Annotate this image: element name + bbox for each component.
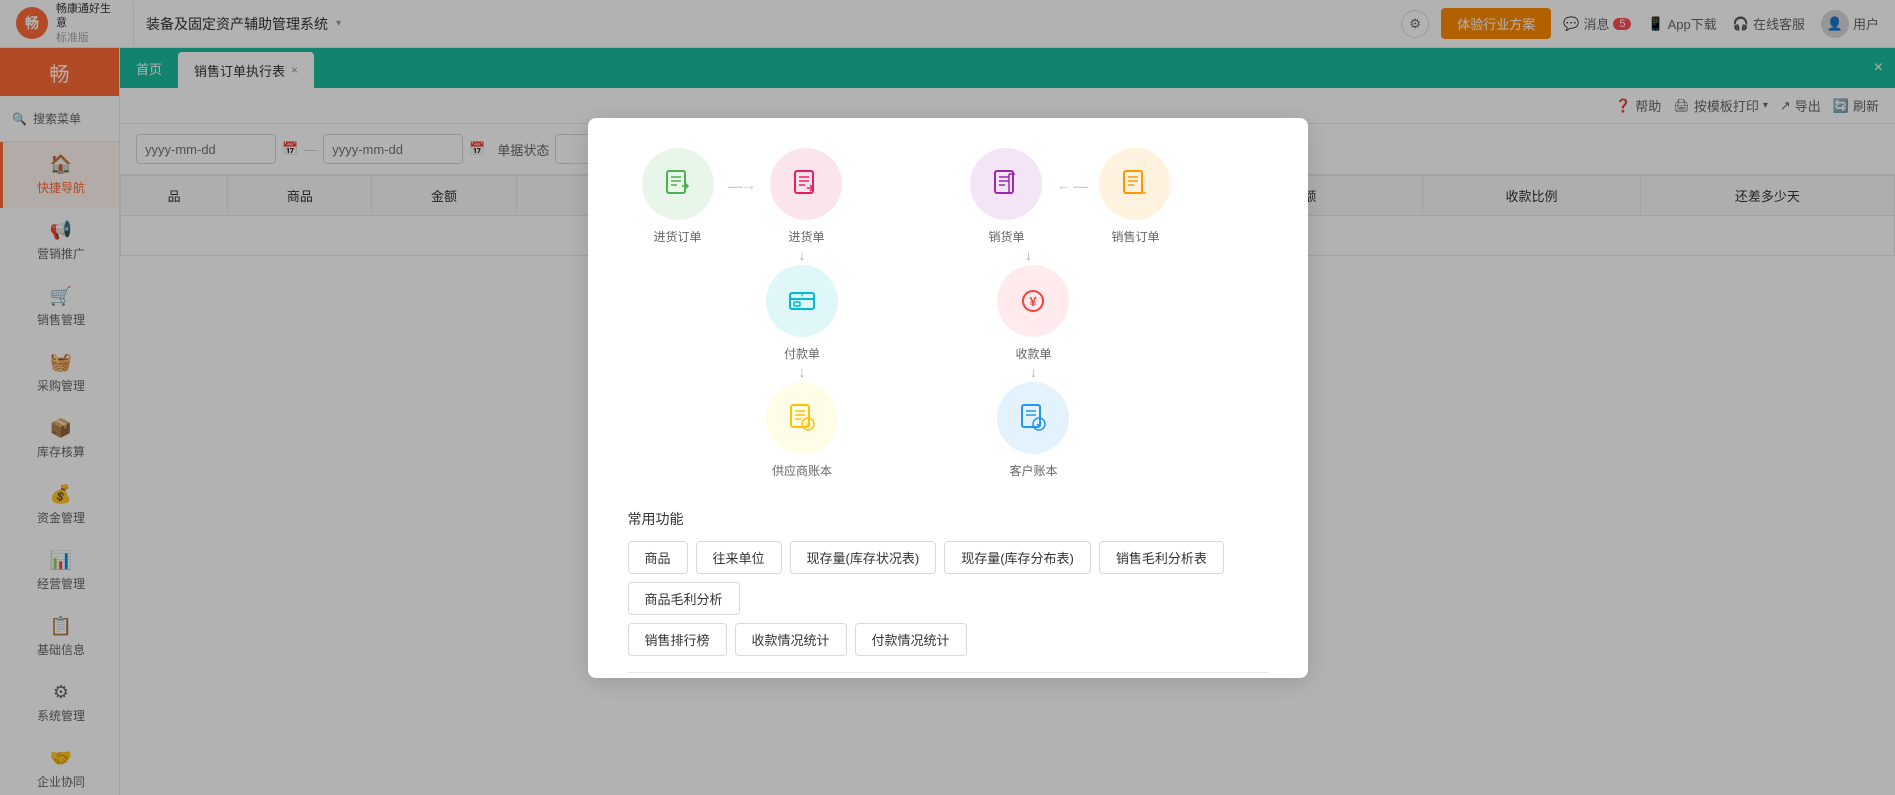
common-btn-stock-dist[interactable]: 现存量(库存分布表) bbox=[944, 541, 1091, 574]
flow-item-supplier: ¥ 供应商账本 bbox=[752, 382, 852, 479]
common-buttons-row1: 商品 往来单位 现存量(库存状况表) 现存量(库存分布表) 销售毛利分析表 商品… bbox=[628, 541, 1268, 615]
sales-purchase-order-circle[interactable] bbox=[1099, 148, 1171, 220]
flow-item-receipt: ¥ 收款单 bbox=[983, 265, 1083, 362]
sales-order-label: 销货单 bbox=[988, 228, 1024, 245]
scroll-area: ◀ ▶ bbox=[628, 672, 1268, 678]
common-buttons-row2: 销售排行榜 收款情况统计 付款情况统计 bbox=[628, 623, 1268, 656]
common-btn-stock-status[interactable]: 现存量(库存状况表) bbox=[790, 541, 937, 574]
common-btn-receipt-stats[interactable]: 收款情况统计 bbox=[735, 623, 847, 656]
v-arrow-4: ↓ bbox=[1030, 364, 1037, 380]
common-btn-goods-gross[interactable]: 商品毛利分析 bbox=[628, 582, 740, 615]
overlay[interactable]: 进货订单 - - - → bbox=[0, 0, 1895, 795]
flow-item-purchase-receipt: 进货单 bbox=[756, 148, 856, 245]
flow-item-customer: 客户账本 bbox=[983, 382, 1083, 479]
v-arrow-3: ↓ bbox=[1025, 247, 1042, 263]
common-section: 常用功能 商品 往来单位 现存量(库存状况表) 现存量(库存分布表) 销售毛利分… bbox=[628, 509, 1268, 656]
svg-text:¥: ¥ bbox=[806, 422, 810, 429]
payment-circle[interactable]: ¥ bbox=[766, 265, 838, 337]
flow-item-sales-order: 销货单 bbox=[956, 148, 1056, 245]
supplier-label: 供应商账本 bbox=[772, 462, 832, 479]
purchase-receipt-circle[interactable] bbox=[770, 148, 842, 220]
common-btn-payment-stats[interactable]: 付款情况统计 bbox=[855, 623, 967, 656]
common-btn-partners[interactable]: 往来单位 bbox=[696, 541, 782, 574]
purchase-receipt-label: 进货单 bbox=[788, 228, 824, 245]
svg-text:¥: ¥ bbox=[801, 293, 804, 299]
receipt-circle[interactable]: ¥ bbox=[997, 265, 1069, 337]
purchase-order-circle[interactable] bbox=[642, 148, 714, 220]
common-btn-goods[interactable]: 商品 bbox=[628, 541, 688, 574]
dialog-content: 进货订单 - - - → bbox=[588, 118, 1308, 678]
supplier-circle[interactable]: ¥ bbox=[766, 382, 838, 454]
common-btn-sales-gross[interactable]: 销售毛利分析表 bbox=[1099, 541, 1224, 574]
payment-label: 付款单 bbox=[784, 345, 820, 362]
receipt-label: 收款单 bbox=[1015, 345, 1051, 362]
flow-item-payment: ¥ 付款单 bbox=[752, 265, 852, 362]
v-arrow-1: ↓ bbox=[798, 247, 805, 263]
flow-item-sales-purchase-order: 销售订单 bbox=[1085, 148, 1185, 245]
customer-circle[interactable] bbox=[997, 382, 1069, 454]
common-functions-title: 常用功能 bbox=[628, 509, 1268, 529]
dialog: 进货订单 - - - → bbox=[588, 118, 1308, 678]
flow-item-purchase-order: 进货订单 bbox=[628, 148, 728, 245]
common-btn-sales-rank[interactable]: 销售排行榜 bbox=[628, 623, 727, 656]
purchase-order-label: 进货订单 bbox=[653, 228, 701, 245]
v-arrow-2: ↓ bbox=[798, 364, 805, 380]
sales-purchase-order-label: 销售订单 bbox=[1111, 228, 1159, 245]
customer-label: 客户账本 bbox=[1009, 462, 1057, 479]
sales-order-circle[interactable] bbox=[970, 148, 1042, 220]
svg-text:¥: ¥ bbox=[1030, 294, 1038, 309]
flow-section: 进货订单 - - - → bbox=[628, 148, 1268, 479]
